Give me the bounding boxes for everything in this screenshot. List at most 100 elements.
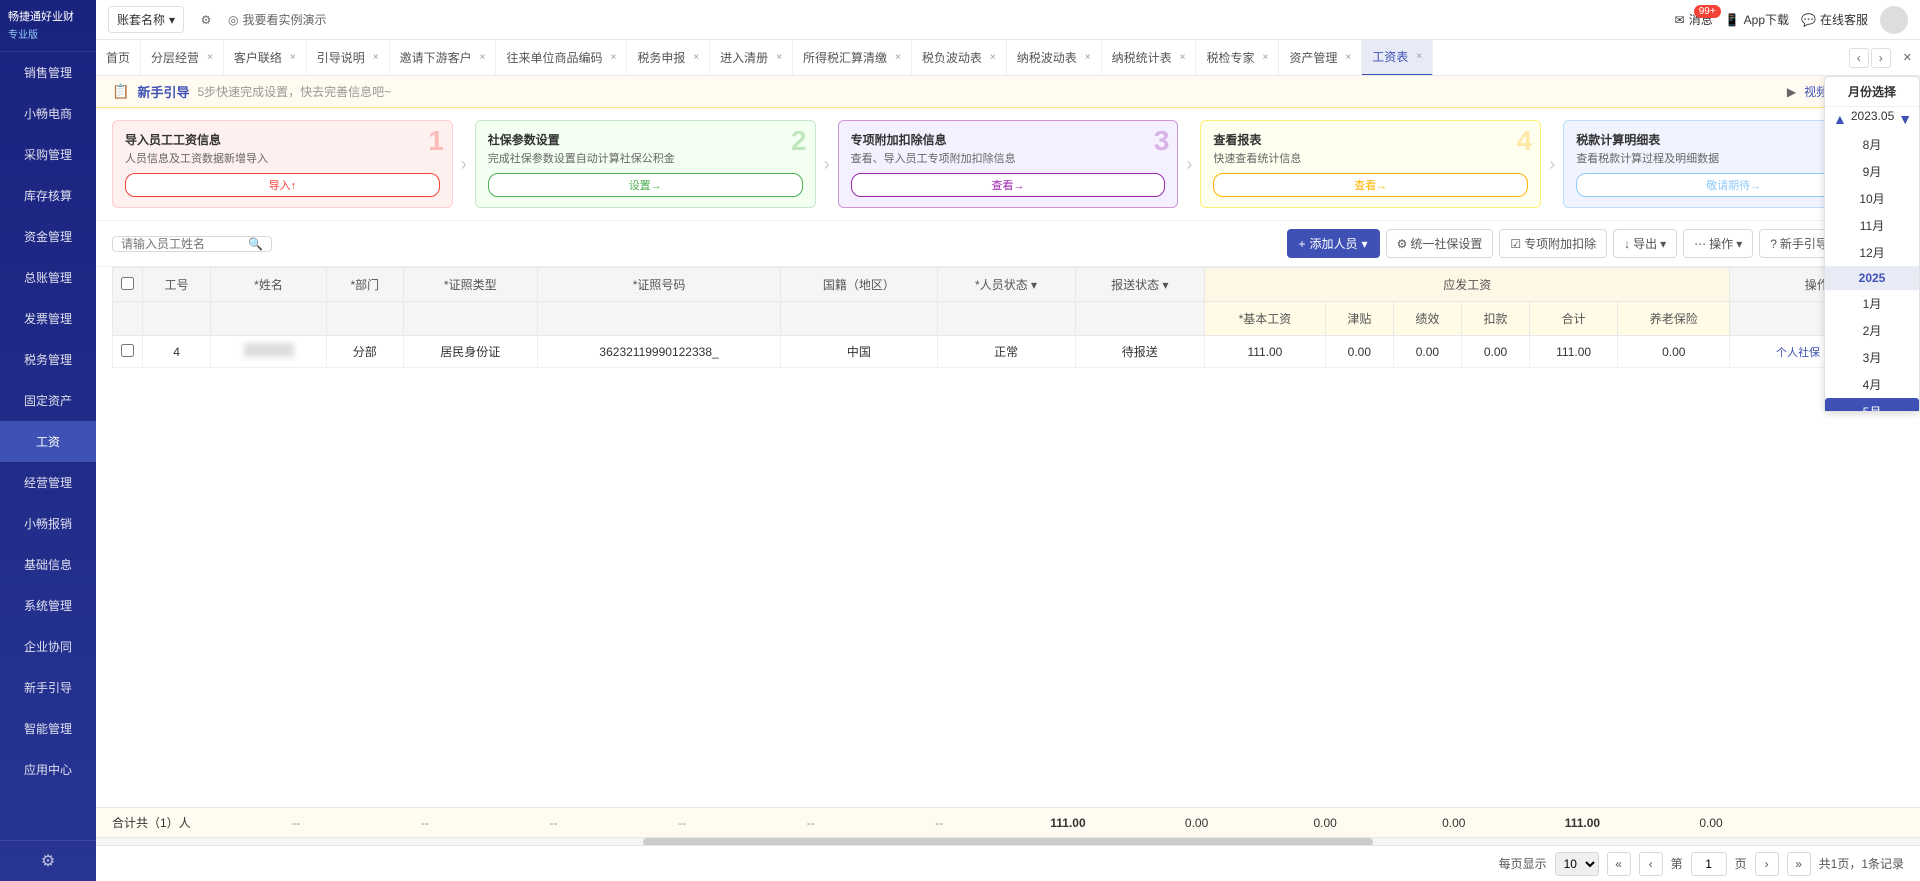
prev-page-btn[interactable]: ‹ (1639, 852, 1663, 876)
month-item-2[interactable]: 2月 (1825, 317, 1919, 344)
th-empty-name (211, 302, 327, 336)
month-item-11[interactable]: 11月 (1825, 212, 1919, 239)
topbar-app-btn[interactable]: 📱 App下载 (1725, 11, 1789, 28)
tab-close-btn[interactable]: × (1416, 51, 1422, 62)
footer-placeholder3: -- (489, 816, 618, 830)
sidebar-item-basic[interactable]: 基础信息 (0, 544, 96, 585)
step-btn-3[interactable]: 查看→ (851, 173, 1166, 197)
sidebar-item-assets[interactable]: 固定资产 (0, 380, 96, 421)
month-item-3[interactable]: 3月 (1825, 344, 1919, 371)
nav-tab-引导说明[interactable]: 引导说明× (307, 40, 390, 76)
topbar-avatar[interactable] (1880, 6, 1908, 34)
sidebar-item-guide[interactable]: 新手引导 (0, 667, 96, 708)
special-deduction-btn[interactable]: ☑ 专项附加扣除 (1499, 229, 1607, 258)
nav-tab-税检专家[interactable]: 税检专家× (1196, 40, 1279, 76)
nav-tab-资产管理[interactable]: 资产管理× (1279, 40, 1362, 76)
step-btn-2[interactable]: 设置→ (488, 173, 803, 197)
page-input[interactable] (1691, 852, 1727, 876)
next-page-btn[interactable]: › (1755, 852, 1779, 876)
nav-tab-分层经营[interactable]: 分层经营× (141, 40, 224, 76)
sidebar-item-tax[interactable]: 税务管理 (0, 339, 96, 380)
last-page-btn[interactable]: » (1787, 852, 1811, 876)
row-check[interactable] (113, 336, 143, 368)
step-btn-1[interactable]: 导入↑ (125, 173, 440, 197)
nav-tab-纳税统计表[interactable]: 纳税统计表× (1102, 40, 1197, 76)
month-nav-down[interactable]: ▼ (1894, 109, 1916, 129)
topbar-demo-link[interactable]: ◎ 我要看实例演示 (228, 11, 327, 28)
month-nav-up[interactable]: ▲ (1829, 109, 1851, 129)
sidebar-item-expense[interactable]: 小畅报销 (0, 503, 96, 544)
row-checkbox[interactable] (121, 344, 134, 357)
social-security-btn[interactable]: ⚙ 统一社保设置 (1386, 229, 1494, 258)
first-page-btn[interactable]: « (1607, 852, 1631, 876)
search-icon[interactable]: 🔍 (248, 237, 263, 251)
close-all-tabs-btn[interactable]: ✕ (1895, 51, 1920, 64)
tab-close-btn[interactable]: × (373, 52, 379, 63)
sidebar-item-app_center[interactable]: 应用中心 (0, 749, 96, 790)
tab-close-btn[interactable]: × (693, 52, 699, 63)
sidebar-item-ecommerce[interactable]: 小畅电商 (0, 93, 96, 134)
tab-close-btn[interactable]: × (1180, 52, 1186, 63)
nav-tab-进入清册[interactable]: 进入清册× (710, 40, 793, 76)
select-all-checkbox[interactable] (121, 277, 134, 290)
month-item-1[interactable]: 1月 (1825, 290, 1919, 317)
search-input[interactable] (121, 237, 244, 251)
sidebar-item-management[interactable]: 经营管理 (0, 462, 96, 503)
sidebar-item-inventory[interactable]: 库存核算 (0, 175, 96, 216)
sidebar-item-salary[interactable]: 工资 (0, 421, 96, 462)
add-person-btn[interactable]: + 添加人员 ▾ (1287, 229, 1380, 258)
settings-icon[interactable]: ⚙ (41, 853, 55, 870)
month-item-10[interactable]: 10月 (1825, 185, 1919, 212)
topbar-account[interactable]: 账套名称 ▾ (108, 6, 184, 33)
month-item-year2025[interactable]: 2025 (1825, 266, 1919, 290)
sidebar-item-sales[interactable]: 销售管理 (0, 52, 96, 93)
tab-close-btn[interactable]: × (480, 52, 486, 63)
month-item-9[interactable]: 9月 (1825, 158, 1919, 185)
topbar-settings-btn[interactable]: ⚙ (192, 6, 220, 34)
op-social-insurance[interactable]: 个人社保 (1776, 344, 1820, 360)
sidebar-item-ledger[interactable]: 总账管理 (0, 257, 96, 298)
sidebar-item-collab[interactable]: 企业协同 (0, 626, 96, 667)
search-wrap[interactable]: 🔍 (112, 236, 272, 252)
tab-close-btn[interactable]: × (990, 52, 996, 63)
nav-tab-首页[interactable]: 首页 (96, 40, 141, 76)
tab-close-btn[interactable]: × (1345, 52, 1351, 63)
topbar-service-btn[interactable]: 💬 在线客服 (1801, 11, 1868, 28)
sidebar-bottom[interactable]: ⚙ (0, 840, 96, 881)
nav-tab-工资表[interactable]: 工资表× (1362, 40, 1433, 76)
nav-tab-税负波动表[interactable]: 税负波动表× (912, 40, 1007, 76)
export-btn[interactable]: ↓ 导出 ▾ (1613, 229, 1677, 258)
nav-prev-btn[interactable]: ‹ (1849, 48, 1869, 68)
nav-tab-邀请下游客户[interactable]: 邀请下游客户× (390, 40, 497, 76)
topbar-msg-btn[interactable]: ✉ 消息 99+ (1675, 11, 1713, 28)
sidebar-item-invoice[interactable]: 发票管理 (0, 298, 96, 339)
page-size-select[interactable]: 10 20 50 (1555, 852, 1599, 876)
tab-close-btn[interactable]: × (207, 52, 213, 63)
tab-close-btn[interactable]: × (1085, 52, 1091, 63)
sidebar-item-funds[interactable]: 资金管理 (0, 216, 96, 257)
tab-close-btn[interactable]: × (290, 52, 296, 63)
table-header-check[interactable] (113, 268, 143, 302)
nav-next-btn[interactable]: › (1871, 48, 1891, 68)
sidebar-item-purchase[interactable]: 采购管理 (0, 134, 96, 175)
action-btn[interactable]: ⋯ 操作 ▾ (1683, 229, 1753, 258)
tab-close-btn[interactable]: × (776, 52, 782, 63)
month-item-4[interactable]: 4月 (1825, 371, 1919, 398)
nav-tab-税务申报[interactable]: 税务申报× (627, 40, 710, 76)
month-item-12[interactable]: 12月 (1825, 239, 1919, 266)
horizontal-scrollbar[interactable] (96, 837, 1920, 845)
step-btn-4[interactable]: 查看→ (1213, 173, 1528, 197)
nav-tab-所得税汇算清缴[interactable]: 所得税汇算清缴× (793, 40, 912, 76)
month-panel-title: 月份选择 (1825, 77, 1919, 107)
sidebar-item-system[interactable]: 系统管理 (0, 585, 96, 626)
nav-tab-往来单位商品编码[interactable]: 往来单位商品编码× (496, 40, 627, 76)
sidebar-item-ai[interactable]: 智能管理 (0, 708, 96, 749)
tab-close-btn[interactable]: × (1262, 52, 1268, 63)
month-item-8[interactable]: 8月 (1825, 131, 1919, 158)
th-empty-check (113, 302, 143, 336)
nav-tab-纳税波动表[interactable]: 纳税波动表× (1007, 40, 1102, 76)
nav-tab-客户联络[interactable]: 客户联络× (224, 40, 307, 76)
month-item-5[interactable]: 5月 (1825, 398, 1919, 411)
tab-close-btn[interactable]: × (895, 52, 901, 63)
tab-close-btn[interactable]: × (610, 52, 616, 63)
